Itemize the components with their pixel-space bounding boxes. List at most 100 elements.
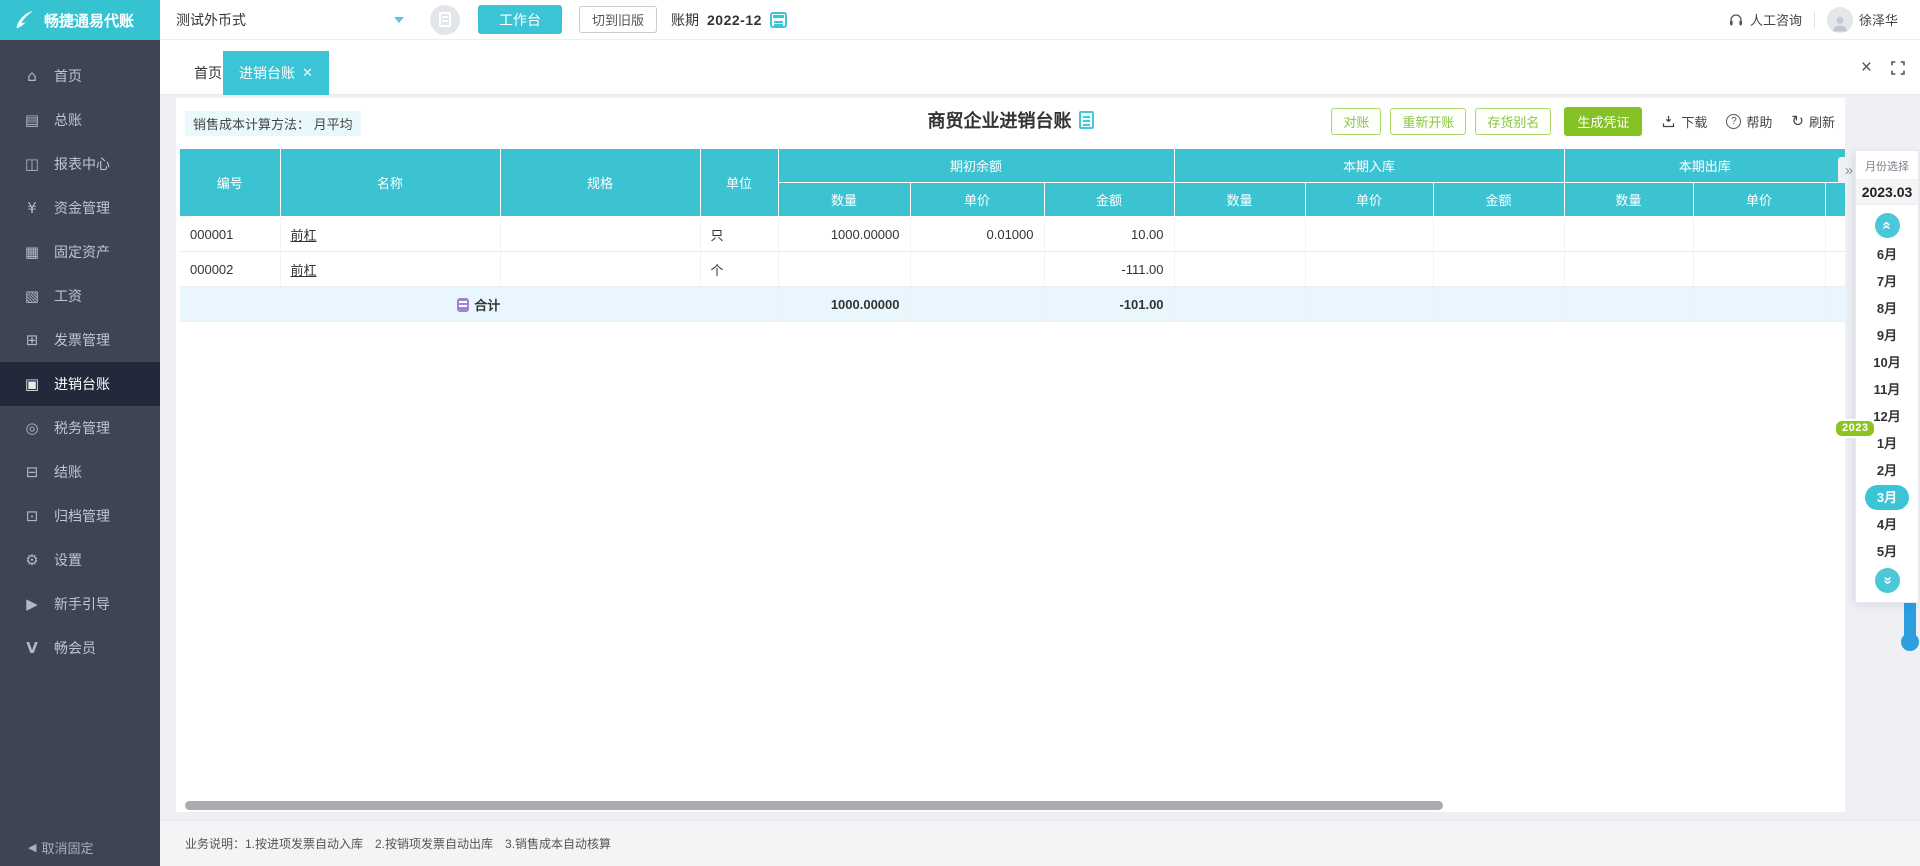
col-spec[interactable]: 规格 bbox=[499, 148, 701, 217]
payroll-icon: ▧ bbox=[24, 287, 40, 305]
tabbar-controls: × bbox=[1861, 40, 1906, 95]
sidebar-item-archive[interactable]: ⊡ 归档管理 bbox=[0, 494, 160, 538]
sidebar-item-inventory-ledger[interactable]: ▣ 进销台账 bbox=[0, 362, 160, 406]
cost-method-label: 销售成本计算方法： bbox=[193, 117, 311, 132]
table-row: 000001 前杠 只 1000.00000 0.01000 10.00 bbox=[180, 216, 1846, 252]
workbench-button[interactable]: 工作台 bbox=[478, 5, 562, 34]
col-opening-qty[interactable]: 数量 bbox=[778, 182, 911, 217]
scroll-handle[interactable] bbox=[1901, 633, 1919, 651]
month-item[interactable]: 10月 bbox=[1865, 349, 1909, 376]
reconcile-button[interactable]: 对账 bbox=[1331, 108, 1382, 135]
help-icon: ? bbox=[1726, 114, 1742, 129]
month-item[interactable]: 5月 bbox=[1865, 538, 1909, 565]
month-item[interactable]: 7月 bbox=[1865, 268, 1909, 295]
sidebar-item-guide[interactable]: ▶ 新手引导 bbox=[0, 582, 160, 626]
stock-alias-button[interactable]: 存货别名 bbox=[1475, 108, 1552, 135]
guide-icon: ▶ bbox=[26, 595, 38, 613]
ledger-toolbar: 销售成本计算方法： 月平均 商贸企业进销台账 对账 重新开账 存货别名 生成凭证 bbox=[176, 98, 1845, 146]
scroll-months-up-button[interactable]: « bbox=[1874, 213, 1900, 238]
period-value[interactable]: 2022-12 bbox=[707, 12, 762, 28]
sidebar-item-home[interactable]: ⌂ 首页 bbox=[0, 54, 160, 98]
total-opening-qty: 1000.00000 bbox=[778, 286, 911, 322]
month-item-selected[interactable]: 3月 bbox=[1865, 485, 1909, 510]
current-period: 2023.03 bbox=[1856, 180, 1918, 205]
scroll-months-down-button[interactable]: « bbox=[1874, 568, 1900, 593]
user-menu[interactable]: 徐泽华 bbox=[1826, 6, 1898, 33]
col-opening-amount[interactable]: 金额 bbox=[1043, 182, 1175, 217]
brand-name: 畅捷通易代账 bbox=[44, 12, 135, 30]
feather-logo-icon bbox=[12, 8, 36, 32]
col-opening-price[interactable]: 单价 bbox=[909, 182, 1045, 217]
sidebar-item-general-ledger[interactable]: ▤ 总账 bbox=[0, 98, 160, 142]
chevron-double-down-icon: « bbox=[1878, 576, 1896, 585]
generate-voucher-button[interactable]: 生成凭证 bbox=[1564, 107, 1643, 136]
switch-old-version-button[interactable]: 切到旧版 bbox=[579, 6, 658, 33]
horizontal-scrollbar[interactable] bbox=[185, 801, 1443, 810]
sidebar-item-fixed-assets[interactable]: ▦ 固定资产 bbox=[0, 230, 160, 274]
col-in-price[interactable]: 单价 bbox=[1304, 182, 1434, 217]
download-button[interactable]: 下载 bbox=[1661, 112, 1707, 131]
table-row: 000002 前杠 个 -111.00 bbox=[180, 251, 1846, 287]
report-center-icon: ◫ bbox=[24, 155, 40, 173]
month-item[interactable]: 4月 bbox=[1865, 511, 1909, 538]
month-list: « 6月 7月 8月 9月 10月 11月 12月 1月 2月 3月 4月 5月… bbox=[1856, 205, 1918, 602]
col-name[interactable]: 名称 bbox=[279, 148, 501, 217]
col-out-qty[interactable]: 数量 bbox=[1563, 182, 1694, 217]
general-ledger-icon: ▤ bbox=[24, 111, 40, 129]
item-link[interactable]: 前杠 bbox=[291, 263, 317, 278]
help-button[interactable]: ? 帮助 bbox=[1726, 112, 1772, 131]
inventory-ledger-icon: ▣ bbox=[24, 375, 40, 393]
document-icon bbox=[1078, 111, 1094, 129]
col-unit[interactable]: 单位 bbox=[699, 148, 779, 217]
refresh-button[interactable]: ↻ 刷新 bbox=[1791, 112, 1835, 131]
period-label: 账期 bbox=[671, 11, 700, 28]
chevron-double-up-icon: « bbox=[1878, 221, 1896, 230]
sidebar-item-payroll[interactable]: ▧ 工资 bbox=[0, 274, 160, 318]
sidebar-menu: ⌂ 首页 ▤ 总账 ◫ 报表中心 ¥ 资金管理 ▦ 固定资产 ▧ 工资 ⊞ 发票… bbox=[0, 40, 160, 670]
chevron-down-icon bbox=[394, 16, 404, 23]
month-item[interactable]: 11月 bbox=[1865, 376, 1909, 403]
month-item[interactable]: 8月 bbox=[1865, 295, 1909, 322]
account-book-value: 测试外币式 bbox=[176, 11, 246, 28]
tab-close-icon[interactable]: ✕ bbox=[302, 65, 313, 81]
col-in-qty[interactable]: 数量 bbox=[1173, 182, 1306, 217]
headset-icon bbox=[1728, 12, 1744, 28]
support-link[interactable]: 人工咨询 bbox=[1728, 10, 1802, 29]
top-right-area: 人工咨询 徐泽华 bbox=[1728, 6, 1920, 33]
sidebar-item-invoice[interactable]: ⊞ 发票管理 bbox=[0, 318, 160, 362]
account-book-select[interactable]: 测试外币式 bbox=[176, 10, 408, 30]
invoice-icon: ⊞ bbox=[25, 331, 39, 349]
month-item[interactable]: 9月 bbox=[1865, 322, 1909, 349]
avatar bbox=[1826, 6, 1853, 33]
reopen-account-button[interactable]: 重新开账 bbox=[1390, 108, 1467, 135]
sidebar-item-closing[interactable]: ⊟ 结账 bbox=[0, 450, 160, 494]
cost-method-value[interactable]: 月平均 bbox=[314, 117, 353, 132]
tab-bar: 首页 进销台账 ✕ × bbox=[160, 40, 1920, 95]
unpin-sidebar-button[interactable]: ◀ 取消固定 bbox=[28, 838, 93, 857]
calendar-icon[interactable] bbox=[769, 11, 787, 28]
ledger-table: 编号 名称 规格 单位 期初余额 本期入库 本期出库 数量 单价 金额 数量 单… bbox=[180, 148, 1846, 322]
tab-inventory-ledger[interactable]: 进销台账 ✕ bbox=[223, 51, 329, 95]
close-all-tabs-icon[interactable]: × bbox=[1861, 58, 1872, 77]
month-item[interactable]: 2月 bbox=[1865, 457, 1909, 484]
month-item[interactable]: 6月 bbox=[1865, 241, 1909, 268]
notes-icon[interactable] bbox=[430, 4, 460, 35]
col-out-amount[interactable] bbox=[1824, 182, 1846, 217]
accounting-period: 账期 2022-12 bbox=[671, 10, 787, 30]
fullscreen-icon[interactable] bbox=[1890, 60, 1906, 76]
sidebar-item-funds[interactable]: ¥ 资金管理 bbox=[0, 186, 160, 230]
page-title: 商贸企业进销台账 bbox=[927, 111, 1072, 131]
sidebar-item-report-center[interactable]: ◫ 报表中心 bbox=[0, 142, 160, 186]
col-out-price[interactable]: 单价 bbox=[1692, 182, 1826, 217]
sidebar-item-settings[interactable]: ⚙ 设置 bbox=[0, 538, 160, 582]
col-in-amount[interactable]: 金额 bbox=[1432, 182, 1565, 217]
ledger-table-wrap: 编号 名称 规格 单位 期初余额 本期入库 本期出库 数量 单价 金额 数量 单… bbox=[180, 148, 1846, 322]
sidebar-item-vip[interactable]: V 畅会员 bbox=[0, 626, 160, 670]
col-code[interactable]: 编号 bbox=[180, 148, 281, 217]
summary-icon bbox=[457, 297, 470, 312]
total-label-cell: 合计 bbox=[180, 286, 779, 322]
cell-code: 000002 bbox=[180, 251, 281, 287]
sidebar-item-tax[interactable]: ◎ 税务管理 bbox=[0, 406, 160, 450]
month-picker-title: 月份选择 bbox=[1856, 151, 1918, 180]
item-link[interactable]: 前杠 bbox=[291, 228, 317, 243]
